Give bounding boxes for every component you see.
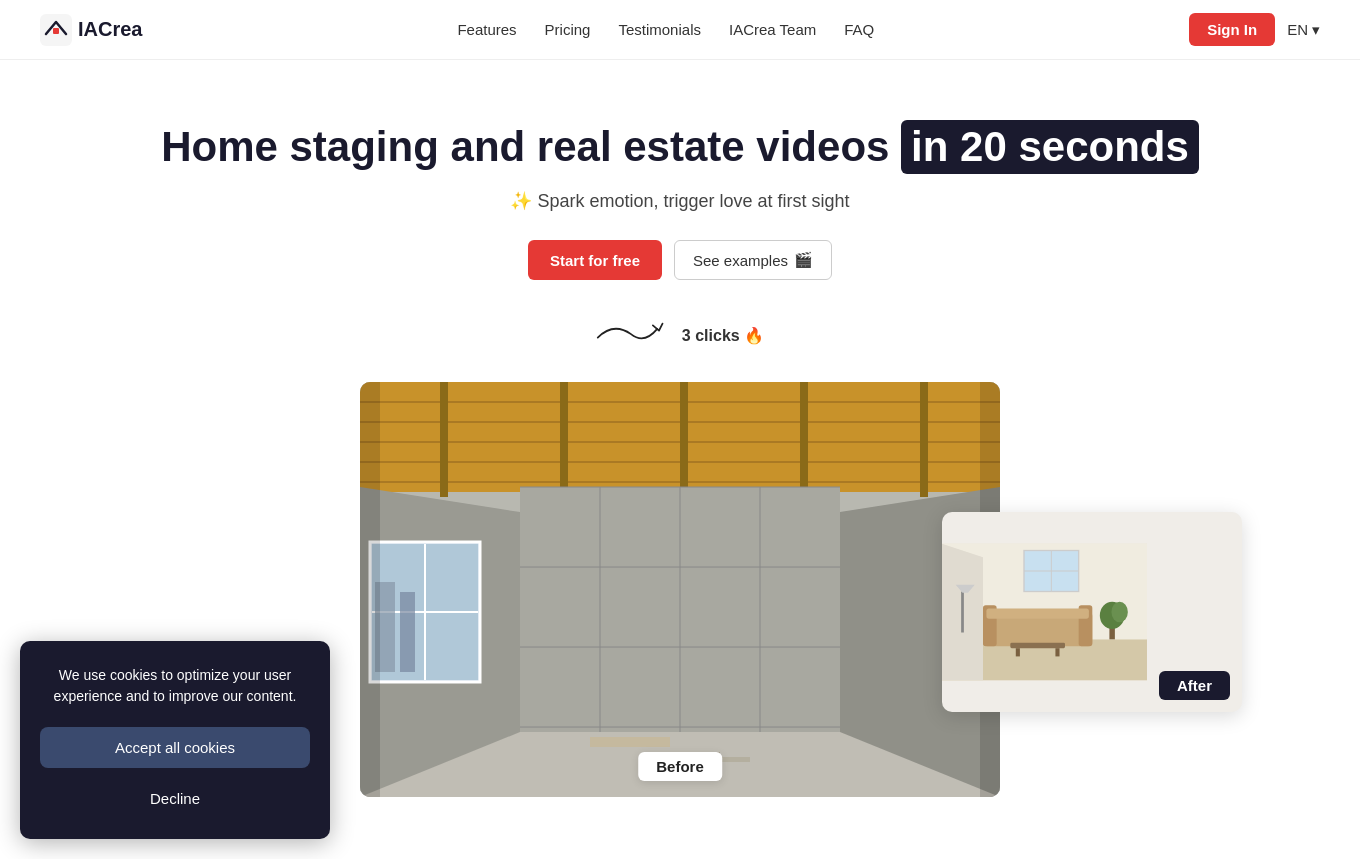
hero-buttons: Start for free See examples 🎬 bbox=[20, 240, 1340, 280]
nav-testimonials[interactable]: Testimonials bbox=[618, 21, 701, 38]
svg-rect-47 bbox=[1016, 649, 1020, 657]
play-icon: 🎬 bbox=[794, 251, 813, 269]
hero-subtitle: ✨ Spark emotion, trigger love at first s… bbox=[20, 190, 1340, 212]
room-svg bbox=[360, 382, 1000, 797]
arrow-icon bbox=[596, 320, 666, 350]
language-selector[interactable]: EN ▾ bbox=[1287, 21, 1320, 39]
hero-title-part1: Home staging and real estate videos bbox=[161, 123, 889, 170]
signin-button[interactable]: Sign In bbox=[1189, 13, 1275, 46]
svg-rect-12 bbox=[800, 382, 808, 497]
svg-rect-11 bbox=[680, 382, 688, 497]
see-examples-button[interactable]: See examples 🎬 bbox=[674, 240, 832, 280]
cookie-banner: We use cookies to optimize your user exp… bbox=[20, 641, 330, 839]
svg-rect-45 bbox=[986, 609, 1088, 619]
svg-marker-36 bbox=[360, 382, 380, 797]
hero-section: Home staging and real estate videos in 2… bbox=[0, 60, 1360, 382]
cookie-message: We use cookies to optimize your user exp… bbox=[40, 665, 310, 707]
hero-title: Home staging and real estate videos in 2… bbox=[20, 120, 1340, 174]
before-image bbox=[360, 382, 1000, 797]
decline-cookies-button[interactable]: Decline bbox=[40, 778, 310, 819]
nav-links: Features Pricing Testimonials IACrea Tea… bbox=[457, 21, 874, 38]
after-label: After bbox=[1159, 671, 1230, 700]
start-free-button[interactable]: Start for free bbox=[528, 240, 662, 280]
nav-features[interactable]: Features bbox=[457, 21, 516, 38]
svg-rect-9 bbox=[440, 382, 448, 497]
logo-text: IACrea bbox=[78, 18, 142, 41]
hero-title-highlight: in 20 seconds bbox=[901, 120, 1199, 174]
svg-rect-31 bbox=[400, 592, 415, 672]
svg-rect-52 bbox=[961, 592, 964, 633]
after-room-svg bbox=[942, 512, 1147, 712]
svg-rect-10 bbox=[560, 382, 568, 497]
clicks-label: 3 clicks 🔥 bbox=[682, 326, 764, 345]
svg-point-51 bbox=[1111, 602, 1127, 622]
svg-rect-48 bbox=[1055, 649, 1059, 657]
before-label: Before bbox=[638, 752, 722, 781]
svg-rect-46 bbox=[1010, 643, 1065, 648]
examples-label: See examples bbox=[693, 252, 788, 269]
arrow-section: 3 clicks 🔥 bbox=[20, 320, 1340, 350]
logo[interactable]: IACrea bbox=[40, 14, 142, 46]
nav-pricing[interactable]: Pricing bbox=[545, 21, 591, 38]
svg-rect-1 bbox=[53, 28, 59, 34]
lang-label: EN bbox=[1287, 21, 1308, 38]
navbar: IACrea Features Pricing Testimonials IAC… bbox=[0, 0, 1360, 60]
nav-team[interactable]: IACrea Team bbox=[729, 21, 816, 38]
svg-rect-35 bbox=[590, 737, 670, 747]
nav-right: Sign In EN ▾ bbox=[1189, 13, 1320, 46]
after-box: After bbox=[942, 512, 1242, 712]
svg-rect-13 bbox=[920, 382, 928, 497]
chevron-down-icon: ▾ bbox=[1312, 21, 1320, 39]
nav-faq[interactable]: FAQ bbox=[844, 21, 874, 38]
accept-cookies-button[interactable]: Accept all cookies bbox=[40, 727, 310, 768]
before-box: Before bbox=[360, 382, 1000, 797]
